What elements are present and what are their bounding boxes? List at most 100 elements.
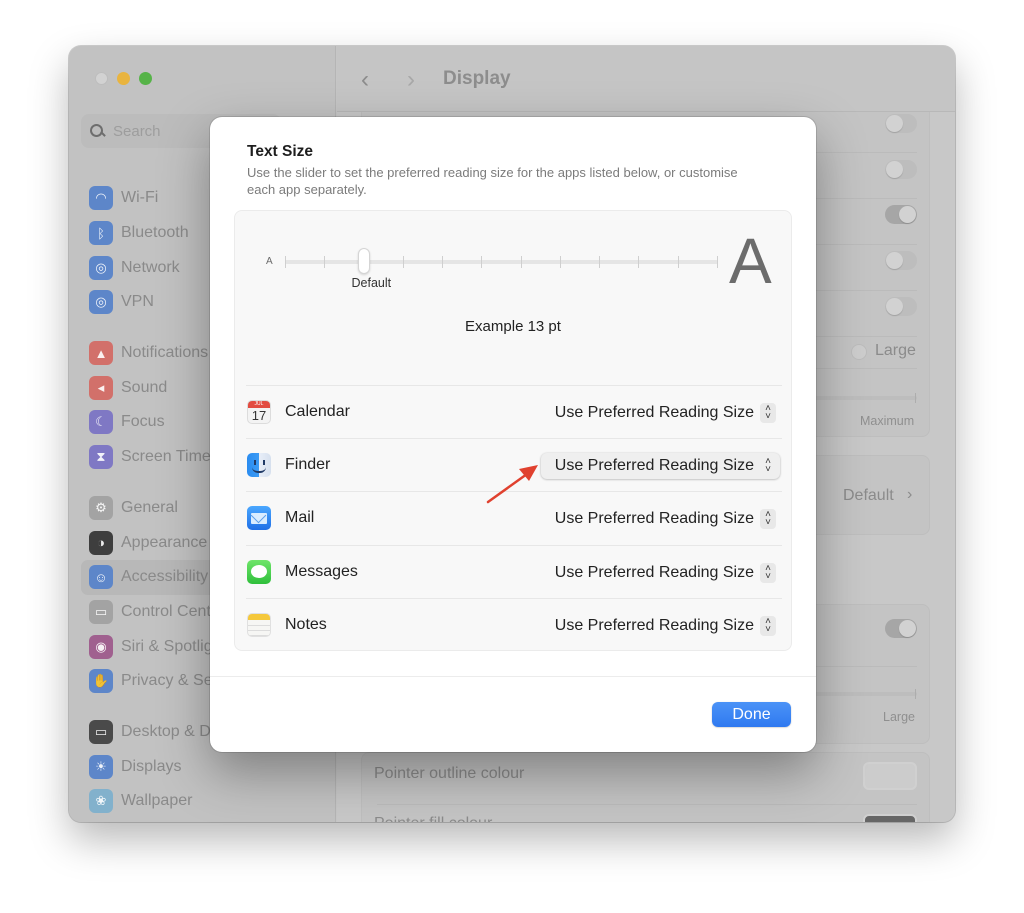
background-toggle-1[interactable] (885, 114, 917, 133)
text-size-popup-notes[interactable]: Use Preferred Reading Size ˄ ˅ (541, 613, 780, 639)
divider (210, 676, 816, 677)
slider-tick (402, 256, 404, 268)
slider-tick (599, 256, 601, 268)
pointer-outline-label: Pointer outline colour (374, 765, 525, 782)
bell-icon: ▲ (89, 341, 113, 366)
search-icon (89, 123, 105, 139)
background-toggle-4[interactable] (885, 251, 917, 270)
sun-icon: ☀ (89, 754, 113, 779)
text-size-dialog: Text Size Use the slider to set the pref… (210, 117, 816, 752)
slider-knob[interactable] (357, 248, 370, 274)
moon-icon: ☾ (89, 410, 113, 435)
text-size-slider[interactable] (285, 248, 718, 274)
large-text-icon: A (729, 225, 772, 297)
chevron-left-icon[interactable]: ‹ (361, 66, 369, 94)
slider-tick (285, 256, 286, 268)
slider-tick (638, 256, 640, 268)
gear-icon: ⚙ (89, 495, 113, 520)
app-row-notes: Notes Use Preferred Reading Size ˄ ˅ (246, 597, 782, 651)
dialog-description: Use the slider to set the preferred read… (247, 165, 738, 197)
radio-label-large: Large (875, 342, 916, 359)
pointer-outline-swatch[interactable] (863, 762, 917, 790)
text-size-popup-mail[interactable]: Use Preferred Reading Size ˄ ˅ (541, 506, 780, 532)
titlebar: ‹ › Display (337, 46, 955, 112)
speaker-icon: ◂ (89, 375, 113, 400)
chevron-up-down-icon: ˄ ˅ (760, 403, 776, 423)
chevron-up-down-icon: ˄ ˅ (760, 562, 776, 583)
sidebar-item-label: Wallpaper (121, 792, 193, 810)
app-name: Messages (285, 562, 358, 580)
siri-icon: ◉ (89, 634, 113, 659)
traffic-lights (95, 72, 152, 85)
pointer-fill-label: Pointer fill colour (374, 815, 492, 822)
finder-icon (247, 453, 271, 478)
calendar-day: 17 (251, 408, 267, 424)
sidebar-item-label: Wi-Fi (121, 189, 159, 207)
slider-tick (677, 256, 679, 268)
background-toggle-3[interactable] (885, 205, 917, 224)
wifi-icon: ◠ (89, 186, 113, 211)
minimize-button[interactable] (117, 72, 130, 85)
slider-tick (481, 256, 483, 268)
calendar-month: JUL (248, 401, 270, 409)
background-toggle-2[interactable] (885, 160, 917, 179)
app-row-mail: Mail Use Preferred Reading Size ˄ ˅ (246, 491, 782, 544)
popup-value: Use Preferred Reading Size (554, 404, 754, 421)
chevron-up-down-icon: ˄ ˅ (760, 615, 776, 636)
accessibility-icon: ☺ (89, 565, 113, 590)
sidebar-item-label: General (121, 498, 178, 516)
dock-icon: ▭ (89, 719, 113, 744)
done-button[interactable]: Done (712, 702, 791, 727)
globe-icon: ◎ (89, 255, 113, 280)
close-button[interactable] (95, 72, 108, 85)
sidebar-item-label: Network (121, 258, 180, 276)
text-size-popup-calendar[interactable]: Use Preferred Reading Size ˄ ˅ (541, 400, 780, 426)
app-row-finder: Finder Use Preferred Reading Size ˄ ˅ (246, 438, 782, 491)
sidebar-item-label: VPN (121, 293, 154, 311)
example-text: Example 13 pt (465, 318, 561, 335)
sidebar-item-displays[interactable]: ☀ Displays (81, 749, 336, 784)
popup-value: Use Preferred Reading Size (554, 510, 754, 528)
pointer-fill-swatch[interactable] (863, 814, 917, 822)
toggles-icon: ▭ (89, 599, 113, 624)
slider-max-label: Maximum (860, 414, 915, 428)
slider-tick (915, 689, 916, 699)
calendar-icon: JUL 17 (247, 400, 271, 425)
sidebar-item-label: Focus (121, 413, 165, 431)
hourglass-icon: ⧗ (89, 445, 113, 470)
appearance-icon: ◑ (89, 530, 113, 555)
slider-tick (915, 393, 916, 403)
radio-large[interactable] (851, 344, 867, 360)
sidebar-item-label: Sound (121, 378, 168, 396)
text-size-popup-finder[interactable]: Use Preferred Reading Size ˄ ˅ (540, 453, 780, 480)
sidebar-item-label: Screen Time (121, 448, 211, 466)
settings-group-pointer-colour (361, 752, 930, 822)
slider-max-label-2: Large (883, 710, 915, 724)
app-row-messages: Messages Use Preferred Reading Size ˄ ˅ (246, 544, 782, 598)
slider-tick (442, 256, 444, 268)
slider-tick (559, 256, 561, 268)
app-name: Mail (285, 509, 315, 527)
sidebar-item-wallpaper[interactable]: ❀ Wallpaper (81, 784, 336, 819)
background-toggle-6[interactable] (885, 619, 917, 638)
popup-value: Use Preferred Reading Size (554, 457, 754, 475)
slider-tick (324, 256, 326, 268)
background-toggle-5[interactable] (885, 297, 917, 316)
app-name: Calendar (285, 403, 350, 421)
app-name: Notes (285, 615, 327, 633)
messages-icon (247, 559, 271, 584)
sidebar-item-label: Notifications (121, 344, 209, 362)
chevron-right-icon[interactable]: › (407, 66, 415, 94)
text-size-popup-messages[interactable]: Use Preferred Reading Size ˄ ˅ (541, 560, 780, 586)
page-title: Display (443, 68, 511, 89)
chevron-right-icon: › (907, 486, 913, 503)
text-size-value[interactable]: Default (843, 487, 894, 505)
vpn-globe-icon: ◎ (89, 290, 113, 315)
popup-value: Use Preferred Reading Size (554, 563, 754, 581)
flower-icon: ❀ (89, 789, 113, 814)
bluetooth-icon: ᛒ (89, 221, 113, 246)
popup-value: Use Preferred Reading Size (554, 616, 754, 634)
sidebar-item-label: Appearance (121, 533, 208, 551)
zoom-button[interactable] (139, 72, 152, 85)
mail-icon (247, 506, 271, 531)
